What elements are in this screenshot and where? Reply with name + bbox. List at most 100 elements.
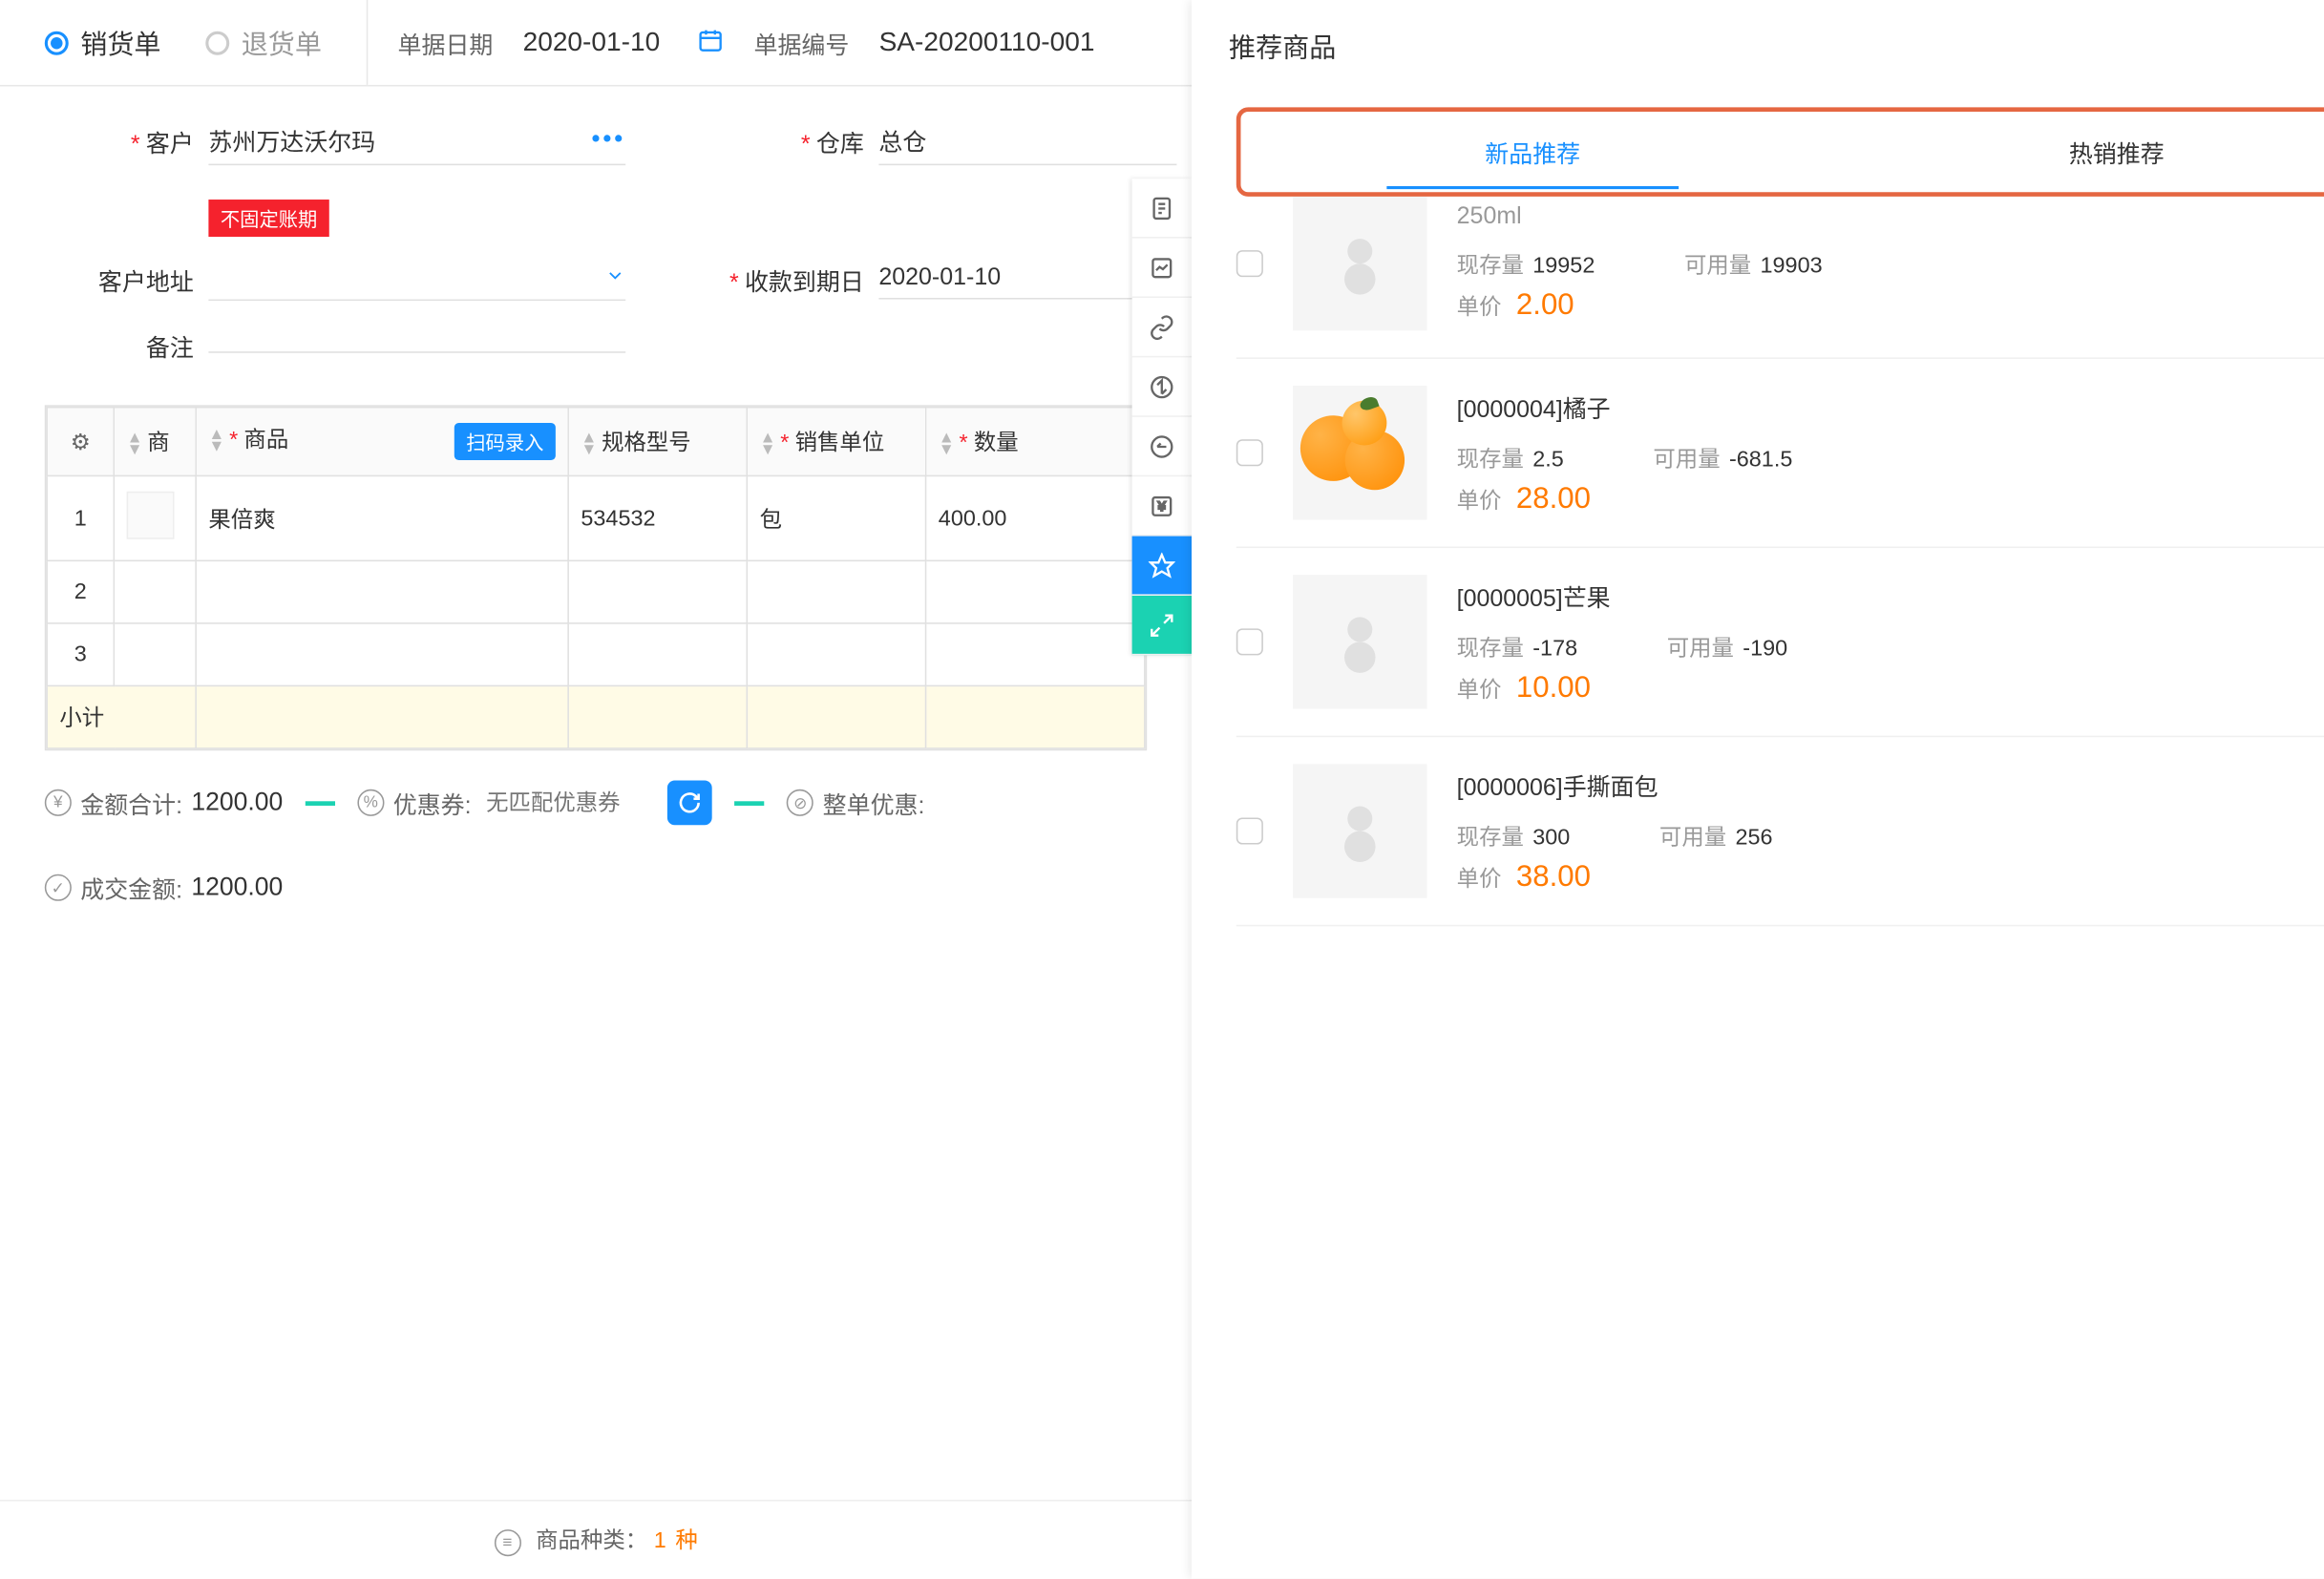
account-period-badge: 不固定账期 <box>208 200 328 237</box>
product-image <box>1293 386 1426 519</box>
table-row[interactable]: 1 果倍爽 534532 包 400.00 <box>47 475 1145 560</box>
star-icon[interactable] <box>1132 537 1192 596</box>
stock-value: -178 <box>1532 636 1577 662</box>
scan-input-button[interactable]: 扫码录入 <box>454 423 556 460</box>
product-name: [0000004]橘子 <box>1457 389 2324 424</box>
address-field[interactable] <box>208 259 625 301</box>
tab-hot[interactable]: 热销推荐 <box>1825 119 2324 185</box>
price-value: 2.00 <box>1516 289 1574 322</box>
doc-no-label: 单据编号 <box>754 25 850 60</box>
cell-product[interactable]: 果倍爽 <box>196 475 568 560</box>
product-checkbox[interactable] <box>1236 817 1263 844</box>
product-item[interactable]: 250ml现存量19952可用量19903单价 2.00 <box>1236 197 2324 359</box>
chart-icon[interactable] <box>1132 239 1192 298</box>
undo-icon[interactable] <box>1132 417 1192 476</box>
deal-icon: ✓ <box>45 874 72 901</box>
discount-label: 整单优惠: <box>823 785 925 820</box>
product-checkbox[interactable] <box>1236 439 1263 466</box>
warehouse-field[interactable]: 总仓 <box>878 116 1176 165</box>
product-item[interactable]: [0000004]橘子现存量2.5可用量-681.5单价 28.00 <box>1236 359 2324 548</box>
tab-return-label: 退货单 <box>242 23 322 62</box>
product-list[interactable]: 250ml现存量19952可用量19903单价 2.00[0000004]橘子现… <box>1192 197 2324 1579</box>
due-date-value: 2020-01-10 <box>878 265 1001 292</box>
deal-label: 成交金额: <box>80 870 182 905</box>
cell-qty[interactable]: 400.00 <box>926 475 1145 560</box>
panel-title: 推荐商品 <box>1229 27 1336 66</box>
row-index: 3 <box>47 623 114 686</box>
product-image <box>1293 197 1426 330</box>
items-table: ⚙ ▲▼商 ▲▼*商品扫码录入 ▲▼规格型号 ▲▼*销售单位 ▲▼*数量 1 果… <box>45 405 1147 750</box>
kind-label: 商品种类： <box>536 1528 647 1554</box>
product-name: [0000005]芒果 <box>1457 578 2324 613</box>
avail-label: 可用量 <box>1684 253 1751 279</box>
radio-checked-icon <box>45 31 69 54</box>
refresh-button[interactable] <box>667 780 712 825</box>
recommend-tabs: 新品推荐 热销推荐 滞销推荐 浏览历史 <box>1236 107 2324 197</box>
calendar-icon[interactable] <box>697 27 724 58</box>
coupon-input[interactable] <box>480 784 659 821</box>
warehouse-label: 仓库 <box>816 132 864 158</box>
avail-value: 19903 <box>1761 253 1823 279</box>
subtotal-row: 小计 <box>47 685 1145 748</box>
link-icon[interactable] <box>1132 298 1192 357</box>
yen-icon: ¥ <box>45 790 72 816</box>
col-unit[interactable]: 销售单位 <box>795 431 885 456</box>
col-product[interactable]: 商品 <box>243 428 288 453</box>
product-thumb <box>127 492 175 539</box>
customer-field[interactable]: 苏州万达沃尔玛 ••• <box>208 116 625 165</box>
product-name: [0000006]手撕面包 <box>1457 767 2324 802</box>
avail-label: 可用量 <box>1659 825 1726 851</box>
table-row[interactable]: 2 <box>47 560 1145 623</box>
col-qty[interactable]: 数量 <box>974 431 1019 456</box>
exchange-icon[interactable] <box>1132 357 1192 416</box>
discount-icon: ⊘ <box>787 790 813 816</box>
recommend-panel: 推荐商品 ✕ 新品推荐 热销推荐 滞销推荐 浏览历史 250ml现存量19952… <box>1192 0 2324 1579</box>
price-value: 38.00 <box>1516 861 1591 894</box>
currency-icon[interactable]: ¥ <box>1132 476 1192 536</box>
kind-value: 1 <box>654 1528 666 1554</box>
avail-label: 可用量 <box>1667 636 1734 662</box>
product-checkbox[interactable] <box>1236 628 1263 655</box>
tab-sales-order[interactable]: 销货单 <box>45 23 161 62</box>
more-icon[interactable]: ••• <box>592 127 626 154</box>
price-value: 10.00 <box>1516 672 1591 705</box>
side-toolbar: ¥ <box>1132 179 1192 655</box>
note-icon[interactable] <box>1132 179 1192 238</box>
col-image[interactable]: 商 <box>147 431 169 456</box>
remark-field[interactable] <box>208 339 625 352</box>
product-item[interactable]: [0000005]芒果现存量-178可用量-190单价 10.00 <box>1236 548 2324 737</box>
product-checkbox[interactable] <box>1236 250 1263 277</box>
chevron-down-icon[interactable] <box>604 265 625 294</box>
sales-order-form: 销货单 退货单 单据日期 2020-01-10 单据编号 SA-20200110… <box>0 0 1192 1579</box>
customer-value: 苏州万达沃尔玛 <box>208 122 375 158</box>
product-image <box>1293 575 1426 708</box>
warehouse-value: 总仓 <box>878 122 926 158</box>
product-name: 250ml <box>1457 204 2324 231</box>
row-index: 2 <box>47 560 114 623</box>
tab-return-order[interactable]: 退货单 <box>205 23 322 62</box>
product-image <box>1293 764 1426 897</box>
row-index: 1 <box>47 475 114 560</box>
doc-date-label: 单据日期 <box>398 25 494 60</box>
doc-date-value[interactable]: 2020-01-10 <box>523 27 661 58</box>
header-row: 销货单 退货单 单据日期 2020-01-10 单据编号 SA-20200110… <box>0 0 1192 86</box>
price-value: 28.00 <box>1516 482 1591 515</box>
col-spec[interactable]: 规格型号 <box>602 431 691 456</box>
price-label: 单价 <box>1457 489 1502 515</box>
product-item[interactable]: [0000006]手撕面包现存量300可用量256单价 38.00 <box>1236 737 2324 926</box>
price-label: 单价 <box>1457 867 1502 893</box>
avail-value: 256 <box>1735 825 1772 851</box>
dash-icon <box>735 800 765 805</box>
gear-icon[interactable]: ⚙ <box>71 430 91 455</box>
category-icon: ≡ <box>494 1529 520 1556</box>
deal-value: 1200.00 <box>191 873 283 902</box>
tab-new[interactable]: 新品推荐 <box>1240 119 1825 185</box>
cell-unit[interactable]: 包 <box>747 475 925 560</box>
footer-summary: ≡ 商品种类： 1 种 <box>0 1500 1192 1579</box>
expand-icon[interactable] <box>1132 596 1192 655</box>
stock-label: 现存量 <box>1457 253 1524 279</box>
stock-value: 300 <box>1532 825 1570 851</box>
cell-spec[interactable]: 534532 <box>568 475 747 560</box>
stock-label: 现存量 <box>1457 447 1524 473</box>
table-row[interactable]: 3 <box>47 623 1145 686</box>
